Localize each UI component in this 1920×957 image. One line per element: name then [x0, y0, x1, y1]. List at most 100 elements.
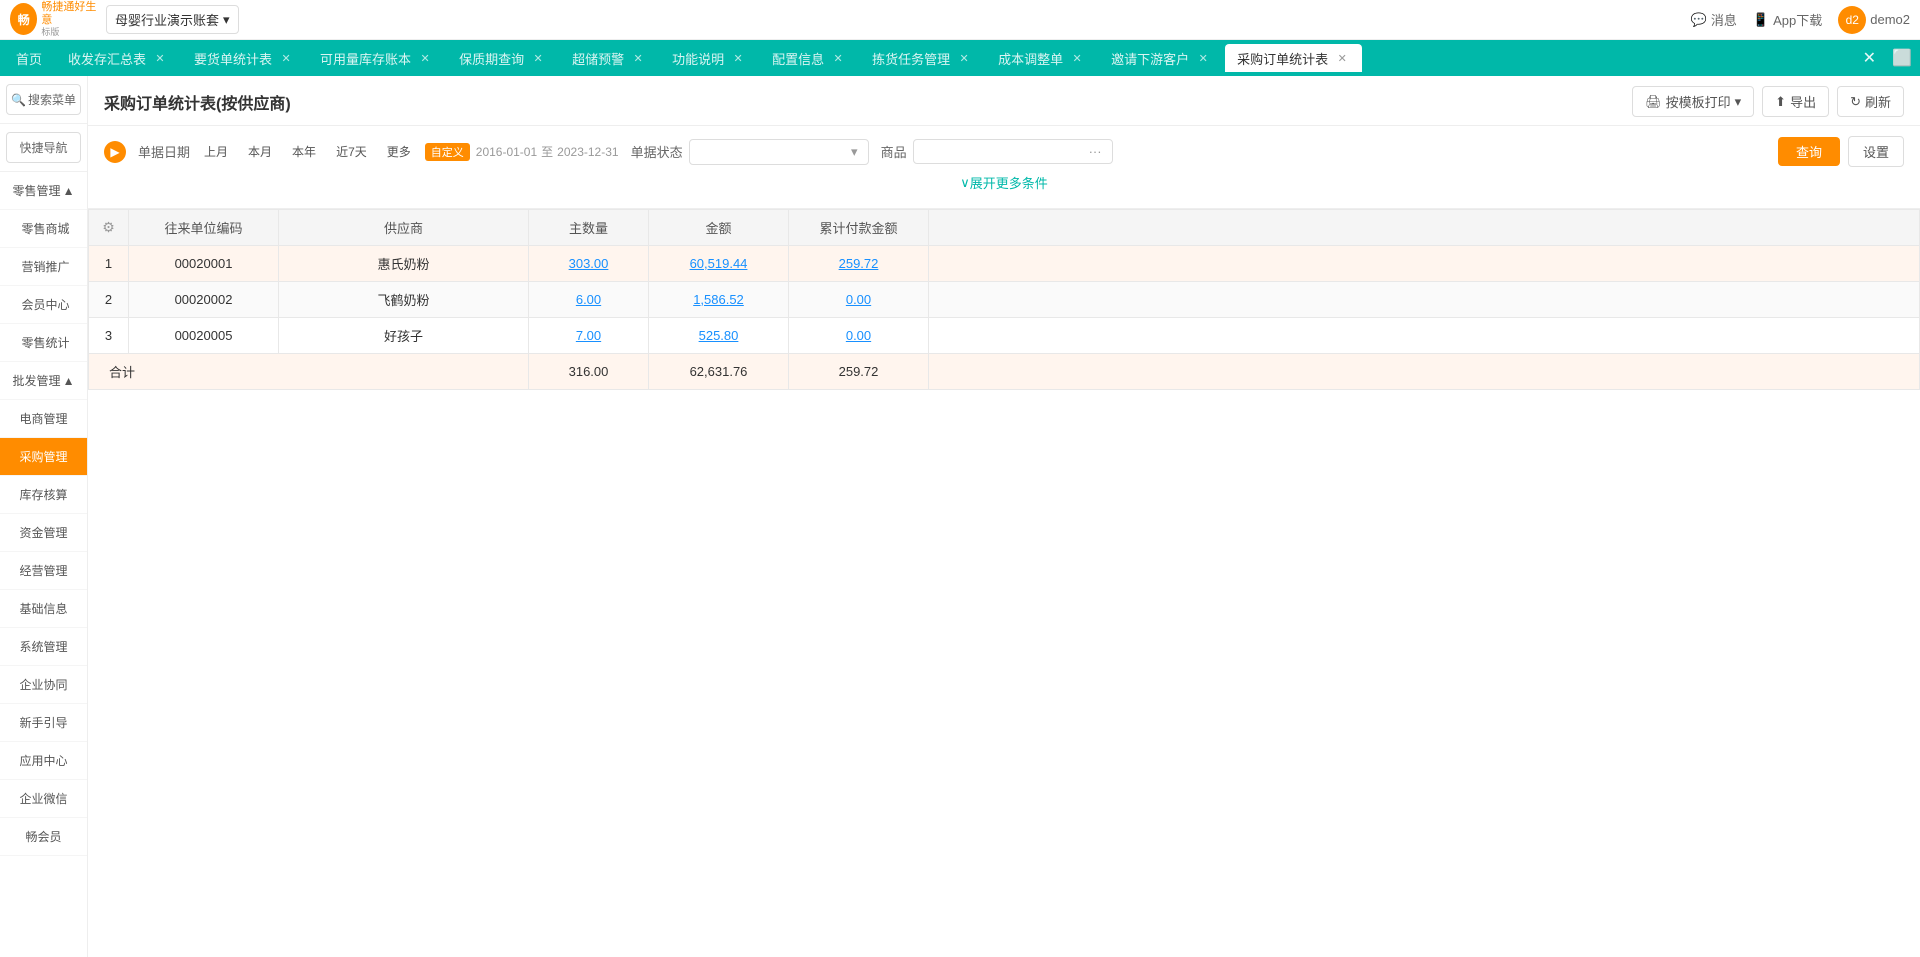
row2-qty[interactable]: 6.00 — [529, 282, 649, 318]
user-area[interactable]: d2 demo2 — [1838, 6, 1910, 34]
close-icon[interactable]: ✕ — [530, 50, 546, 66]
logo-sub: 标版 — [41, 27, 98, 38]
sidebar-item-member-center[interactable]: 会员中心 — [0, 286, 87, 324]
row1-code: 00020001 — [129, 246, 279, 282]
refresh-btn[interactable]: ↻ 刷新 — [1837, 86, 1904, 117]
close-all-tabs-btn[interactable]: ✕ — [1859, 46, 1880, 70]
shortcut-last-month[interactable]: 上月 — [196, 141, 236, 162]
sidebar-item-member-vip[interactable]: 畅会员 — [0, 818, 87, 856]
sidebar-item-wholesale-mgmt[interactable]: 批发管理 ▲ — [0, 362, 87, 400]
tab-cost-adjust[interactable]: 成本调整单 ✕ — [986, 44, 1097, 72]
tab-function-desc[interactable]: 功能说明 ✕ — [660, 44, 758, 72]
th-empty — [929, 210, 1920, 246]
footer-empty — [929, 354, 1920, 390]
row1-empty — [929, 246, 1920, 282]
nav-tabs-end: ✕ ⬜ — [1859, 46, 1916, 70]
close-icon[interactable]: ✕ — [278, 50, 294, 66]
sidebar-item-ecommerce[interactable]: 电商管理 — [0, 400, 87, 438]
filter-toggle-btn[interactable]: ▶ — [104, 141, 126, 163]
expand-more-btn[interactable]: ∨ 展开更多条件 — [104, 167, 1904, 198]
close-icon[interactable]: ✕ — [956, 50, 972, 66]
tab-picking[interactable]: 拣货任务管理 ✕ — [860, 44, 984, 72]
maximize-btn[interactable]: ⬜ — [1888, 46, 1916, 70]
shortcut-more[interactable]: 更多 — [379, 141, 419, 162]
sidebar-item-enterprise[interactable]: 企业协同 — [0, 666, 87, 704]
row1-paid-link[interactable]: 259.72 — [839, 256, 879, 271]
shortcut-nav-btn[interactable]: 快捷导航 — [6, 132, 81, 163]
close-icon[interactable]: ✕ — [417, 50, 433, 66]
sidebar-item-marketing[interactable]: 营销推广 — [0, 248, 87, 286]
sidebar-item-app-center[interactable]: 应用中心 — [0, 742, 87, 780]
row1-paid[interactable]: 259.72 — [789, 246, 929, 282]
sidebar-item-enterprise-wechat[interactable]: 企业微信 — [0, 780, 87, 818]
sidebar-item-retail-shop[interactable]: 零售商城 — [0, 210, 87, 248]
row2-amount-link[interactable]: 1,586.52 — [693, 292, 744, 307]
row3-amount-link[interactable]: 525.80 — [699, 328, 739, 343]
status-select[interactable]: ▾ — [689, 139, 869, 165]
gear-icon[interactable]: ⚙ — [102, 219, 115, 235]
row2-amount[interactable]: 1,586.52 — [649, 282, 789, 318]
workspace-selector[interactable]: 母婴行业演示账套 ▾ — [106, 5, 239, 34]
sidebar-item-retail-stats[interactable]: 零售统计 — [0, 324, 87, 362]
tab-inventory-book[interactable]: 可用量库存账本 ✕ — [308, 44, 445, 72]
row3-amount[interactable]: 525.80 — [649, 318, 789, 354]
shortcut-7days[interactable]: 近7天 — [328, 141, 375, 162]
export-btn[interactable]: ⬆ 导出 — [1762, 86, 1829, 117]
close-icon[interactable]: ✕ — [730, 50, 746, 66]
sidebar-item-system-mgmt[interactable]: 系统管理 — [0, 628, 87, 666]
table-header: ⚙ 往来单位编码 供应商 主数量 金额 累计付款金额 — [89, 210, 1920, 246]
row3-qty[interactable]: 7.00 — [529, 318, 649, 354]
sidebar-item-operations[interactable]: 经营管理 — [0, 552, 87, 590]
sidebar-item-inventory[interactable]: 库存核算 — [0, 476, 87, 514]
message-icon: 💬 — [1691, 12, 1707, 28]
chevron-icon: ▲ — [63, 374, 75, 388]
date-range-display: 2016-01-01 至 2023-12-31 — [476, 143, 619, 160]
row1-amount[interactable]: 60,519.44 — [649, 246, 789, 282]
close-icon[interactable]: ✕ — [1334, 50, 1350, 66]
row3-paid[interactable]: 0.00 — [789, 318, 929, 354]
custom-date-badge[interactable]: 自定义 — [425, 143, 470, 161]
tab-requisition[interactable]: 要货单统计表 ✕ — [182, 44, 306, 72]
sidebar-item-retail-mgmt[interactable]: 零售管理 ▲ — [0, 172, 87, 210]
row2-paid[interactable]: 0.00 — [789, 282, 929, 318]
row1-num: 1 — [89, 246, 129, 282]
sidebar-item-basic-info[interactable]: 基础信息 — [0, 590, 87, 628]
close-icon[interactable]: ✕ — [630, 50, 646, 66]
app-download-btn[interactable]: 📱 App下载 — [1753, 10, 1822, 29]
sidebar-item-finance[interactable]: 资金管理 — [0, 514, 87, 552]
tab-shelf-life[interactable]: 保质期查询 ✕ — [447, 44, 558, 72]
sidebar-search-btn[interactable]: 🔍 搜索菜单 — [6, 84, 81, 115]
sidebar-item-new-guide[interactable]: 新手引导 — [0, 704, 87, 742]
search-icon: 🔍 — [11, 93, 26, 107]
tab-receive-summary[interactable]: 收发存汇总表 ✕ — [56, 44, 180, 72]
tab-overstock[interactable]: 超储预警 ✕ — [560, 44, 658, 72]
close-icon[interactable]: ✕ — [830, 50, 846, 66]
row2-paid-link[interactable]: 0.00 — [846, 292, 871, 307]
shortcut-this-year[interactable]: 本年 — [284, 141, 324, 162]
tab-home[interactable]: 首页 — [4, 44, 54, 72]
row1-qty[interactable]: 303.00 — [529, 246, 649, 282]
message-btn[interactable]: 💬 消息 — [1691, 10, 1737, 29]
row3-paid-link[interactable]: 0.00 — [846, 328, 871, 343]
close-icon[interactable]: ✕ — [1195, 50, 1211, 66]
close-icon[interactable]: ✕ — [152, 50, 168, 66]
row1-qty-link[interactable]: 303.00 — [569, 256, 609, 271]
main-layout: 🔍 搜索菜单 快捷导航 零售管理 ▲ 零售商城 营销推广 会员中心 零售统计 批… — [0, 76, 1920, 957]
row2-num: 2 — [89, 282, 129, 318]
shortcut-this-month[interactable]: 本月 — [240, 141, 280, 162]
query-btn[interactable]: 查询 — [1778, 137, 1840, 166]
tab-invite-downstream[interactable]: 邀请下游客户 ✕ — [1099, 44, 1223, 72]
chevron-down-icon: ▾ — [851, 144, 858, 160]
tab-purchase-stats[interactable]: 采购订单统计表 ✕ — [1225, 44, 1362, 72]
sidebar-item-purchase-mgmt[interactable]: 采购管理 — [0, 438, 87, 476]
th-code: 往来单位编码 — [129, 210, 279, 246]
row1-amount-link[interactable]: 60,519.44 — [690, 256, 748, 271]
close-icon[interactable]: ✕ — [1069, 50, 1085, 66]
row2-qty-link[interactable]: 6.00 — [576, 292, 601, 307]
input-more-icon[interactable]: ··· — [1089, 144, 1102, 159]
row3-qty-link[interactable]: 7.00 — [576, 328, 601, 343]
goods-input[interactable]: ··· — [913, 139, 1113, 164]
tab-config[interactable]: 配置信息 ✕ — [760, 44, 858, 72]
print-btn[interactable]: 🖨 按模板打印 ▾ — [1632, 86, 1754, 117]
settings-btn[interactable]: 设置 — [1848, 136, 1904, 167]
